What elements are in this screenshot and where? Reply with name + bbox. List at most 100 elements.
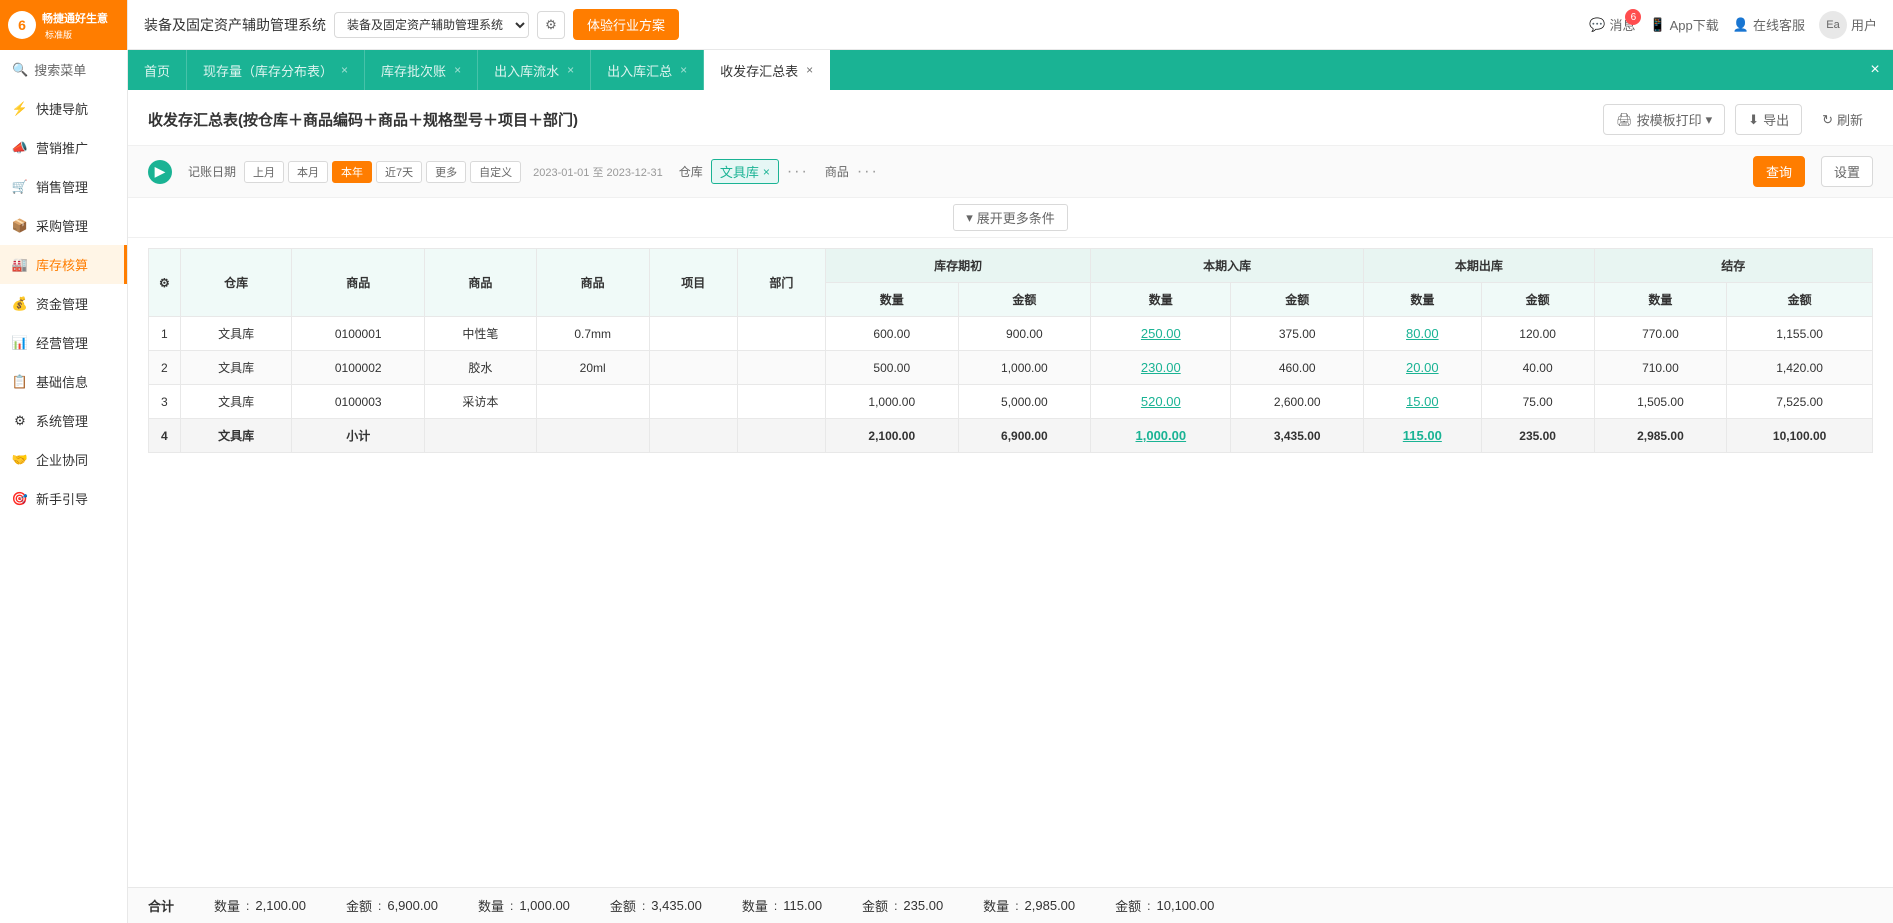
date-btn-7days[interactable]: 近7天	[376, 161, 422, 183]
date-btn-this-month[interactable]: 本月	[288, 161, 328, 183]
row1-dept	[737, 317, 825, 351]
sidebar-item-inventory[interactable]: 🏭 库存核算	[0, 245, 127, 284]
row1-open-qty: 600.00	[825, 317, 958, 351]
app-download-action[interactable]: 📱 App下载	[1649, 15, 1718, 34]
print-button[interactable]: 🖨 按模板打印 ▾	[1603, 104, 1725, 135]
gear-button[interactable]: ⚙	[537, 11, 565, 39]
tab-flow[interactable]: 出入库流水 ×	[478, 50, 591, 90]
total-in-qty-label: 数量	[478, 896, 504, 915]
tab-recv-send[interactable]: 收发存汇总表 ×	[704, 50, 830, 90]
total-in-qty-val: 1,000.00	[519, 898, 570, 913]
th-in-amt: 金额	[1231, 283, 1364, 317]
table-row: 2 文具库 0100002 胶水 20ml 500.00 1,000.00 23…	[149, 351, 1873, 385]
th-opening-group: 库存期初	[825, 249, 1090, 283]
sidebar-item-marketing[interactable]: 📣 营销推广	[0, 128, 127, 167]
system-select[interactable]: 装备及固定资产辅助管理系统	[334, 12, 529, 38]
sidebar-item-base[interactable]: 📋 基础信息	[0, 362, 127, 401]
warehouse-tag-close[interactable]: ×	[763, 165, 770, 179]
sidebar-item-guide[interactable]: 🎯 新手引导	[0, 479, 127, 518]
row3-out-amt: 75.00	[1481, 385, 1594, 419]
row3-close-qty: 1,505.00	[1594, 385, 1727, 419]
row3-out-qty[interactable]: 15.00	[1364, 385, 1482, 419]
expand-more-btn[interactable]: ▾ 展开更多条件	[953, 204, 1068, 231]
date-btn-this-year[interactable]: 本年	[332, 161, 372, 183]
tab-summary[interactable]: 出入库汇总 ×	[591, 50, 704, 90]
sidebar-item-sales[interactable]: 🛒 销售管理	[0, 167, 127, 206]
logo-icon: 6	[8, 11, 36, 39]
search-icon: 🔍	[12, 62, 28, 78]
th-department: 部门	[737, 249, 825, 317]
online-service-action[interactable]: 👤 在线客服	[1733, 15, 1805, 34]
tab-home[interactable]: 首页	[128, 50, 187, 90]
total-close-qty-label: 数量	[983, 896, 1009, 915]
sidebar-item-finance[interactable]: 💰 资金管理	[0, 284, 127, 323]
filter-expand-btn[interactable]: ▶	[148, 160, 172, 184]
trial-button[interactable]: 体验行业方案	[573, 9, 679, 40]
tab-bar-close[interactable]: ×	[1857, 50, 1893, 90]
date-btn-custom[interactable]: 自定义	[470, 161, 521, 183]
row1-close-qty: 770.00	[1594, 317, 1727, 351]
message-action[interactable]: 💬 消息 6	[1589, 15, 1635, 34]
page-title: 收发存汇总表(按仓库＋商品编码＋商品＋规格型号＋项目＋部门)	[148, 109, 578, 130]
tab-stock-dist[interactable]: 现存量（库存分布表） ×	[187, 50, 365, 90]
total-close-amt-label: 金额	[1115, 896, 1141, 915]
system-icon: ⚙	[12, 413, 28, 429]
th-close-qty: 数量	[1594, 283, 1727, 317]
page-actions: 🖨 按模板打印 ▾ ⬇ 导出 ↻ 刷新	[1603, 104, 1873, 135]
query-button[interactable]: 查询	[1753, 156, 1805, 187]
sidebar-item-company[interactable]: 🤝 企业协同	[0, 440, 127, 479]
tab-close-batch[interactable]: ×	[454, 63, 461, 77]
row3-dept	[737, 385, 825, 419]
sidebar-item-quick[interactable]: ⚡ 快捷导航	[0, 89, 127, 128]
row3-close-amt: 7,525.00	[1727, 385, 1873, 419]
goods-more-dots[interactable]: ···	[857, 163, 879, 181]
total-open-qty-label: 数量	[214, 896, 240, 915]
tab-close-recv-send[interactable]: ×	[806, 63, 813, 77]
subtotal-close-qty: 2,985.00	[1594, 419, 1727, 453]
tab-close-summary[interactable]: ×	[680, 63, 687, 77]
page-inner: 收发存汇总表(按仓库＋商品编码＋商品＋规格型号＋项目＋部门) 🖨 按模板打印 ▾…	[128, 90, 1893, 887]
search-menu[interactable]: 🔍 搜索菜单	[0, 50, 127, 89]
subtotal-no: 4	[149, 419, 181, 453]
warehouse-tag[interactable]: 文具库 ×	[711, 159, 779, 184]
settings-btn[interactable]: 设置	[1821, 156, 1873, 187]
sidebar-item-purchase[interactable]: 📦 采购管理	[0, 206, 127, 245]
export-button[interactable]: ⬇ 导出	[1735, 104, 1802, 135]
tab-batch[interactable]: 库存批次账 ×	[365, 50, 478, 90]
row2-open-qty: 500.00	[825, 351, 958, 385]
sidebar-item-system[interactable]: ⚙ 系统管理	[0, 401, 127, 440]
date-btn-last-month[interactable]: 上月	[244, 161, 284, 183]
subtotal-in-qty[interactable]: 1,000.00	[1091, 419, 1231, 453]
row1-in-qty[interactable]: 250.00	[1091, 317, 1231, 351]
sales-icon: 🛒	[12, 179, 28, 195]
total-out-qty-val: 115.00	[783, 898, 822, 913]
sidebar-item-business[interactable]: 📊 经营管理	[0, 323, 127, 362]
row1-out-qty[interactable]: 80.00	[1364, 317, 1482, 351]
row2-in-qty[interactable]: 230.00	[1091, 351, 1231, 385]
total-in-amt-val: 3,435.00	[651, 898, 702, 913]
tab-close-flow[interactable]: ×	[567, 63, 574, 77]
warehouse-more-dots[interactable]: ···	[787, 163, 809, 181]
total-open-qty: 数量: 2,100.00	[214, 896, 306, 915]
table-container: ⚙ 仓库 商品 商品 商品 项目 部门 库存期初 本期入库 本期出库 结存	[128, 238, 1893, 473]
th-settings: ⚙	[149, 249, 181, 317]
sidebar: 6 畅捷通好生意 标准版 🔍 搜索菜单 ⚡ 快捷导航 📣 营销推广 🛒 销售管理…	[0, 0, 128, 923]
tab-close-stock-dist[interactable]: ×	[341, 63, 348, 77]
user-action[interactable]: Ea 用户	[1819, 11, 1877, 39]
row2-no: 2	[149, 351, 181, 385]
total-in-amt: 金额: 3,435.00	[610, 896, 702, 915]
guide-icon: 🎯	[12, 491, 28, 507]
date-btn-more[interactable]: 更多	[426, 161, 466, 183]
th-close-amt: 金额	[1727, 283, 1873, 317]
quick-icon: ⚡	[12, 101, 28, 117]
date-buttons: 上月 本月 本年 近7天 更多 自定义	[244, 161, 521, 183]
subtotal-open-qty: 2,100.00	[825, 419, 958, 453]
page-content: 收发存汇总表(按仓库＋商品编码＋商品＋规格型号＋项目＋部门) 🖨 按模板打印 ▾…	[128, 90, 1893, 887]
total-open-amt: 金额: 6,900.00	[346, 896, 438, 915]
subtotal-out-qty[interactable]: 115.00	[1364, 419, 1482, 453]
refresh-button[interactable]: ↻ 刷新	[1812, 105, 1873, 134]
row3-in-qty[interactable]: 520.00	[1091, 385, 1231, 419]
row1-no: 1	[149, 317, 181, 351]
row1-open-amt: 900.00	[958, 317, 1091, 351]
row2-out-qty[interactable]: 20.00	[1364, 351, 1482, 385]
